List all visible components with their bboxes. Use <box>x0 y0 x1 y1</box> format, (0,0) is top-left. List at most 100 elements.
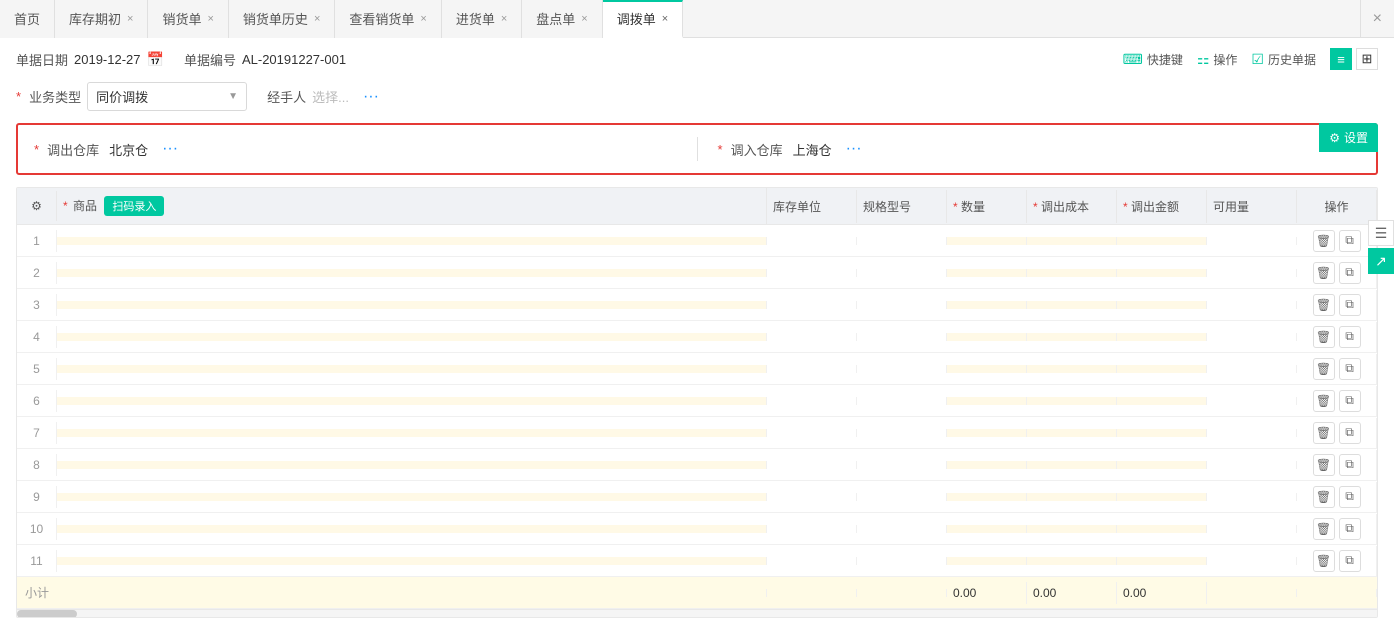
row-amount-11[interactable] <box>1117 557 1207 565</box>
row-qty-1[interactable] <box>947 237 1027 245</box>
delete-row-7-button[interactable]: 🗑 <box>1313 422 1335 444</box>
copy-row-10-button[interactable]: ⧉ <box>1339 518 1361 540</box>
row-unit-8[interactable] <box>767 461 857 469</box>
delete-row-4-button[interactable]: 🗑 <box>1313 326 1335 348</box>
delete-row-9-button[interactable]: 🗑 <box>1313 486 1335 508</box>
delete-row-8-button[interactable]: 🗑 <box>1313 454 1335 476</box>
row-amount-3[interactable] <box>1117 301 1207 309</box>
row-cost-11[interactable] <box>1027 557 1117 565</box>
row-product-1[interactable] <box>57 237 767 245</box>
tab-transfer[interactable]: 调拨单 × <box>603 0 683 38</box>
row-spec-10[interactable] <box>857 525 947 533</box>
row-spec-5[interactable] <box>857 365 947 373</box>
row-qty-7[interactable] <box>947 429 1027 437</box>
tab-purchase-close[interactable]: × <box>501 13 507 25</box>
row-cost-1[interactable] <box>1027 237 1117 245</box>
row-qty-5[interactable] <box>947 365 1027 373</box>
export-button[interactable]: ↗ <box>1368 248 1394 274</box>
row-qty-6[interactable] <box>947 397 1027 405</box>
copy-row-11-button[interactable]: ⧉ <box>1339 550 1361 572</box>
delete-row-3-button[interactable]: 🗑 <box>1313 294 1335 316</box>
row-qty-9[interactable] <box>947 493 1027 501</box>
row-product-8[interactable] <box>57 461 767 469</box>
shortcut-action[interactable]: ⌨ 快捷键 <box>1123 51 1183 68</box>
delete-row-2-button[interactable]: 🗑 <box>1313 262 1335 284</box>
row-amount-7[interactable] <box>1117 429 1207 437</box>
layout-grid-button[interactable]: ⊞ <box>1356 48 1378 70</box>
row-cost-6[interactable] <box>1027 397 1117 405</box>
row-qty-4[interactable] <box>947 333 1027 341</box>
row-product-7[interactable] <box>57 429 767 437</box>
row-amount-1[interactable] <box>1117 237 1207 245</box>
row-qty-2[interactable] <box>947 269 1027 277</box>
copy-row-6-button[interactable]: ⧉ <box>1339 390 1361 412</box>
operation-action[interactable]: ⚏ 操作 <box>1197 51 1238 68</box>
copy-row-3-button[interactable]: ⧉ <box>1339 294 1361 316</box>
tab-sales-order-close[interactable]: × <box>207 13 213 25</box>
tab-sales-history-close[interactable]: × <box>314 13 320 25</box>
row-cost-8[interactable] <box>1027 461 1117 469</box>
row-spec-3[interactable] <box>857 301 947 309</box>
row-spec-6[interactable] <box>857 397 947 405</box>
calendar-icon[interactable]: 📅 <box>147 51 164 68</box>
copy-row-1-button[interactable]: ⧉ <box>1339 230 1361 252</box>
tab-sales-order[interactable]: 销货单 × <box>148 0 228 38</box>
row-qty-11[interactable] <box>947 557 1027 565</box>
row-cost-10[interactable] <box>1027 525 1117 533</box>
row-unit-6[interactable] <box>767 397 857 405</box>
history-action[interactable]: ☑ 历史单据 <box>1251 51 1316 68</box>
biz-type-select[interactable]: 同价调拨 ▼ <box>87 82 247 111</box>
row-unit-4[interactable] <box>767 333 857 341</box>
row-cost-7[interactable] <box>1027 429 1117 437</box>
in-warehouse-more-button[interactable]: ··· <box>846 140 862 158</box>
row-spec-7[interactable] <box>857 429 947 437</box>
row-product-3[interactable] <box>57 301 767 309</box>
row-product-4[interactable] <box>57 333 767 341</box>
row-unit-2[interactable] <box>767 269 857 277</box>
copy-row-5-button[interactable]: ⧉ <box>1339 358 1361 380</box>
delete-row-10-button[interactable]: 🗑 <box>1313 518 1335 540</box>
delete-row-1-button[interactable]: 🗑 <box>1313 230 1335 252</box>
row-amount-10[interactable] <box>1117 525 1207 533</box>
row-cost-2[interactable] <box>1027 269 1117 277</box>
row-qty-3[interactable] <box>947 301 1027 309</box>
delete-row-6-button[interactable]: 🗑 <box>1313 390 1335 412</box>
row-spec-4[interactable] <box>857 333 947 341</box>
copy-row-9-button[interactable]: ⧉ <box>1339 486 1361 508</box>
row-cost-4[interactable] <box>1027 333 1117 341</box>
row-spec-2[interactable] <box>857 269 947 277</box>
row-product-2[interactable] <box>57 269 767 277</box>
th-gear[interactable]: ⚙ <box>17 191 57 221</box>
handler-more-button[interactable]: ··· <box>363 88 379 106</box>
tab-view-sales-close[interactable]: × <box>420 13 426 25</box>
row-spec-8[interactable] <box>857 461 947 469</box>
row-unit-9[interactable] <box>767 493 857 501</box>
row-amount-6[interactable] <box>1117 397 1207 405</box>
handler-select[interactable]: 选择... <box>312 87 349 106</box>
delete-row-5-button[interactable]: 🗑 <box>1313 358 1335 380</box>
row-spec-11[interactable] <box>857 557 947 565</box>
row-product-6[interactable] <box>57 397 767 405</box>
settings-button[interactable]: ⚙ 设置 <box>1319 123 1378 152</box>
tab-inventory-close[interactable]: × <box>581 13 587 25</box>
scroll-thumb[interactable] <box>17 610 77 618</box>
tab-inventory[interactable]: 盘点单 × <box>522 0 602 38</box>
row-product-11[interactable] <box>57 557 767 565</box>
row-spec-9[interactable] <box>857 493 947 501</box>
copy-row-8-button[interactable]: ⧉ <box>1339 454 1361 476</box>
copy-row-7-button[interactable]: ⧉ <box>1339 422 1361 444</box>
tab-transfer-close[interactable]: × <box>662 13 668 25</box>
row-cost-9[interactable] <box>1027 493 1117 501</box>
layout-list-button[interactable]: ≡ <box>1330 48 1352 70</box>
tab-close-all-button[interactable]: × <box>1360 0 1394 38</box>
row-product-5[interactable] <box>57 365 767 373</box>
row-qty-8[interactable] <box>947 461 1027 469</box>
copy-row-2-button[interactable]: ⧉ <box>1339 262 1361 284</box>
tab-home[interactable]: 首页 <box>0 0 55 38</box>
row-cost-5[interactable] <box>1027 365 1117 373</box>
row-qty-10[interactable] <box>947 525 1027 533</box>
row-unit-5[interactable] <box>767 365 857 373</box>
tab-inventory-init[interactable]: 库存期初 × <box>55 0 148 38</box>
tab-purchase[interactable]: 进货单 × <box>442 0 522 38</box>
row-amount-5[interactable] <box>1117 365 1207 373</box>
